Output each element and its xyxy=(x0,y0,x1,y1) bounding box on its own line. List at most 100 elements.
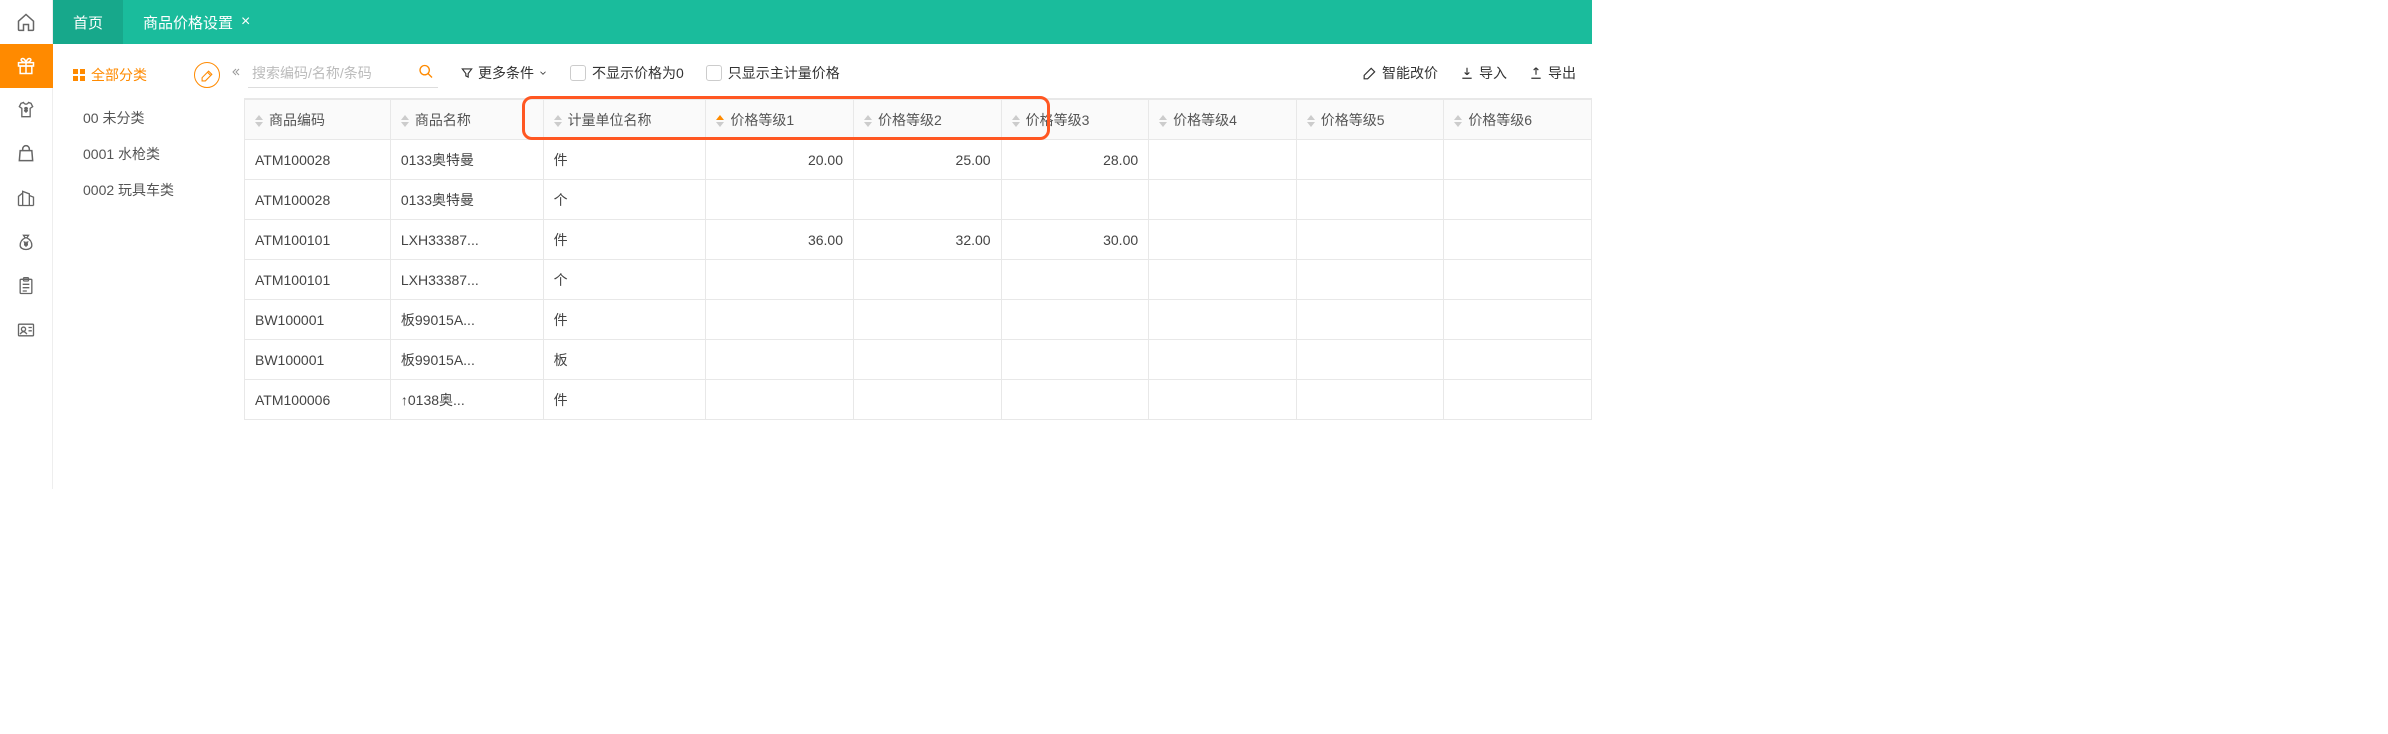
cell-p6[interactable] xyxy=(1444,140,1592,180)
search-icon[interactable] xyxy=(418,64,434,83)
category-sidebar: 全部分类 00 未分类 0001 水枪类 0002 玩具车类 xyxy=(63,54,226,489)
cell-p1[interactable] xyxy=(706,380,854,420)
col-header-p4[interactable]: 价格等级4 xyxy=(1149,100,1297,140)
cell-p2[interactable] xyxy=(854,260,1002,300)
cell-p3[interactable]: 30.00 xyxy=(1001,220,1149,260)
edit-category-button[interactable] xyxy=(194,62,220,88)
collapse-sidebar-button[interactable] xyxy=(226,54,244,489)
col-header-p6[interactable]: 价格等级6 xyxy=(1444,100,1592,140)
table-row[interactable]: ATM1000280133奥特曼件20.0025.0028.00 xyxy=(245,140,1592,180)
nav-building-icon[interactable] xyxy=(0,176,53,220)
tab-label: 商品价格设置 xyxy=(143,12,233,33)
left-nav-rail: $ ¥ xyxy=(0,0,53,489)
cell-p1[interactable] xyxy=(706,260,854,300)
cell-code: ATM100028 xyxy=(245,180,391,220)
cell-p4[interactable] xyxy=(1149,220,1297,260)
filter-icon xyxy=(460,66,474,80)
cell-p3[interactable] xyxy=(1001,260,1149,300)
cell-p5[interactable] xyxy=(1296,140,1444,180)
table-row[interactable]: BW100001板99015A...板 xyxy=(245,340,1592,380)
cell-p3[interactable]: 28.00 xyxy=(1001,140,1149,180)
nav-gift-icon[interactable] xyxy=(0,44,53,88)
cell-p5[interactable] xyxy=(1296,220,1444,260)
col-header-p5[interactable]: 价格等级5 xyxy=(1296,100,1444,140)
table-row[interactable]: ATM100006↑0138奥...件 xyxy=(245,380,1592,420)
only-main-unit-checkbox[interactable]: 只显示主计量价格 xyxy=(706,63,840,83)
cell-p1[interactable]: 20.00 xyxy=(706,140,854,180)
nav-money-bag-icon[interactable]: ¥ xyxy=(0,220,53,264)
category-item[interactable]: 00 未分类 xyxy=(63,100,226,136)
table-row[interactable]: ATM100101LXH33387...个 xyxy=(245,260,1592,300)
col-header-p3[interactable]: 价格等级3 xyxy=(1001,100,1149,140)
cell-p1[interactable] xyxy=(706,180,854,220)
cell-p2[interactable]: 25.00 xyxy=(854,140,1002,180)
cell-p4[interactable] xyxy=(1149,380,1297,420)
nav-home-icon[interactable] xyxy=(0,0,53,44)
cell-p2[interactable] xyxy=(854,300,1002,340)
col-header-name[interactable]: 商品名称 xyxy=(390,100,543,140)
tab-home[interactable]: 首页 xyxy=(53,0,123,44)
cell-p4[interactable] xyxy=(1149,300,1297,340)
cell-p1[interactable] xyxy=(706,340,854,380)
cell-code: BW100001 xyxy=(245,340,391,380)
tab-price-settings[interactable]: 商品价格设置 × xyxy=(123,0,270,44)
table-row[interactable]: BW100001板99015A...件 xyxy=(245,300,1592,340)
cell-p2[interactable]: 32.00 xyxy=(854,220,1002,260)
nav-shirt-icon[interactable]: $ xyxy=(0,88,53,132)
category-item[interactable]: 0001 水枪类 xyxy=(63,136,226,172)
smart-reprice-button[interactable]: 智能改价 xyxy=(1363,63,1438,83)
svg-text:¥: ¥ xyxy=(24,242,28,248)
cell-p4[interactable] xyxy=(1149,340,1297,380)
cell-p5[interactable] xyxy=(1296,180,1444,220)
cell-p5[interactable] xyxy=(1296,380,1444,420)
more-conditions-button[interactable]: 更多条件 xyxy=(460,63,548,83)
cell-p6[interactable] xyxy=(1444,260,1592,300)
cell-p6[interactable] xyxy=(1444,340,1592,380)
table-row[interactable]: ATM100101LXH33387...件36.0032.0030.00 xyxy=(245,220,1592,260)
cell-p1[interactable] xyxy=(706,300,854,340)
col-header-code[interactable]: 商品编码 xyxy=(245,100,391,140)
cell-p6[interactable] xyxy=(1444,220,1592,260)
cell-p3[interactable] xyxy=(1001,180,1149,220)
cell-p2[interactable] xyxy=(854,380,1002,420)
cell-p4[interactable] xyxy=(1149,180,1297,220)
col-header-p2[interactable]: 价格等级2 xyxy=(854,100,1002,140)
cell-p6[interactable] xyxy=(1444,180,1592,220)
table-row[interactable]: ATM1000280133奥特曼个 xyxy=(245,180,1592,220)
col-header-p1[interactable]: 价格等级1 xyxy=(706,100,854,140)
close-icon[interactable]: × xyxy=(241,13,250,31)
nav-bag-icon[interactable] xyxy=(0,132,53,176)
hide-zero-price-checkbox[interactable]: 不显示价格为0 xyxy=(570,63,684,83)
cell-p5[interactable] xyxy=(1296,300,1444,340)
cell-code: BW100001 xyxy=(245,300,391,340)
import-button[interactable]: 导入 xyxy=(1460,63,1507,83)
cell-p2[interactable] xyxy=(854,180,1002,220)
nav-contact-icon[interactable] xyxy=(0,308,53,352)
cell-p3[interactable] xyxy=(1001,340,1149,380)
export-icon xyxy=(1529,66,1543,80)
cell-p5[interactable] xyxy=(1296,260,1444,300)
category-item[interactable]: 0002 玩具车类 xyxy=(63,172,226,208)
toolbar: 更多条件 不显示价格为0 只显示主计量价格 智能改价 xyxy=(244,54,1592,98)
cell-p2[interactable] xyxy=(854,340,1002,380)
cell-name: ↑0138奥... xyxy=(390,380,543,420)
cell-p6[interactable] xyxy=(1444,300,1592,340)
search-input[interactable] xyxy=(248,58,438,88)
nav-clipboard-icon[interactable] xyxy=(0,264,53,308)
edit-icon xyxy=(1363,66,1377,80)
export-button[interactable]: 导出 xyxy=(1529,63,1576,83)
checkbox-icon xyxy=(706,65,722,81)
cell-p3[interactable] xyxy=(1001,300,1149,340)
col-header-unit[interactable]: 计量单位名称 xyxy=(543,100,706,140)
chevron-down-icon xyxy=(538,68,548,78)
cell-p5[interactable] xyxy=(1296,340,1444,380)
cell-code: ATM100006 xyxy=(245,380,391,420)
cell-p4[interactable] xyxy=(1149,140,1297,180)
checkbox-icon xyxy=(570,65,586,81)
sidebar-title[interactable]: 全部分类 xyxy=(73,65,188,85)
cell-p6[interactable] xyxy=(1444,380,1592,420)
cell-p1[interactable]: 36.00 xyxy=(706,220,854,260)
cell-p3[interactable] xyxy=(1001,380,1149,420)
cell-unit: 个 xyxy=(543,180,706,220)
cell-p4[interactable] xyxy=(1149,260,1297,300)
